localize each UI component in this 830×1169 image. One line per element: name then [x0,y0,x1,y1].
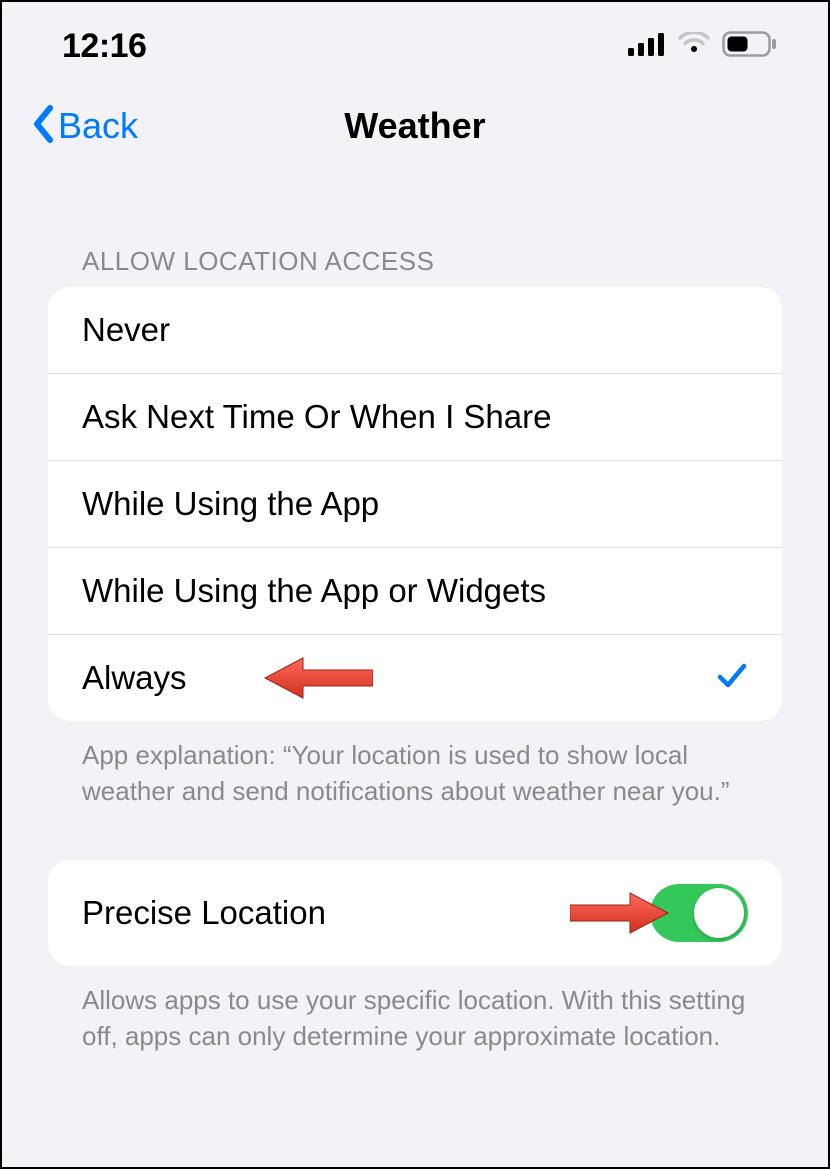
option-label: While Using the App or Widgets [82,572,546,610]
section-header: ALLOW LOCATION ACCESS [2,161,828,287]
battery-icon [722,31,778,62]
option-while-using-app-widgets[interactable]: While Using the App or Widgets [48,547,782,634]
page-title: Weather [344,105,485,147]
annotation-arrow-icon [263,656,373,700]
option-label: Always [82,659,187,697]
status-bar: 12:16 [2,2,828,81]
precise-location-group: Precise Location [48,860,782,966]
option-always[interactable]: Always [48,634,782,721]
section-footer: App explanation: “Your location is used … [2,721,828,810]
cellular-icon [628,32,666,61]
option-label: Ask Next Time Or When I Share [82,398,551,436]
precise-location-toggle[interactable] [650,884,748,942]
precise-location-row[interactable]: Precise Location [48,860,782,966]
option-while-using-app[interactable]: While Using the App [48,460,782,547]
precise-location-label: Precise Location [82,894,326,932]
checkmark-icon [716,660,748,697]
back-button[interactable]: Back [32,105,138,148]
wifi-icon [678,32,710,61]
precise-footer: Allows apps to use your specific locatio… [2,966,828,1055]
chevron-left-icon [32,105,54,148]
status-icons [628,31,778,62]
nav-bar: Back Weather [2,81,828,161]
option-never[interactable]: Never [48,287,782,373]
option-label: While Using the App [82,485,379,523]
switch-knob [694,888,744,938]
option-ask-next-time[interactable]: Ask Next Time Or When I Share [48,373,782,460]
option-label: Never [82,311,170,349]
status-time: 12:16 [62,27,146,66]
back-label: Back [58,105,138,147]
location-access-group: Never Ask Next Time Or When I Share Whil… [48,287,782,721]
